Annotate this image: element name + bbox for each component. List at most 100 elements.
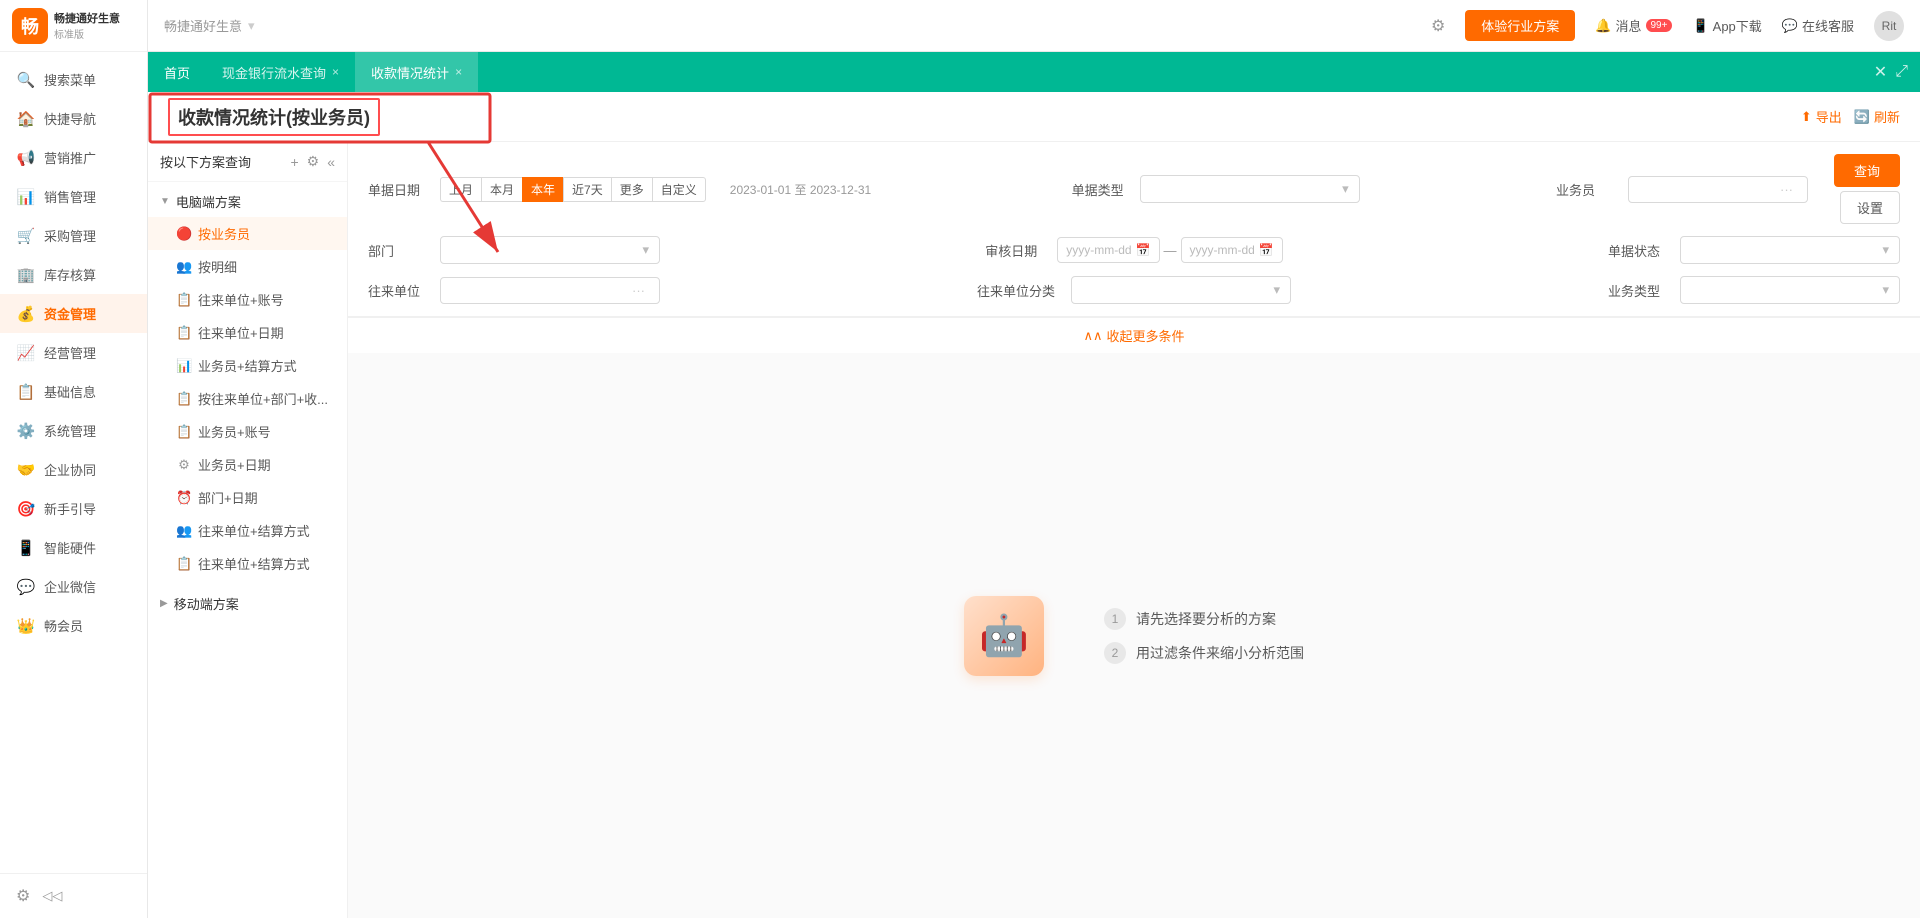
mobile-plan-group: ▶ 移动端方案 xyxy=(148,584,347,623)
collapse-filter-button[interactable]: ∧∧ 收起更多条件 xyxy=(348,317,1920,353)
sidebar-item-system[interactable]: ⚙️ 系统管理 xyxy=(0,411,147,450)
sidebar-item-shortcut[interactable]: 🏠 快捷导航 xyxy=(0,99,147,138)
staff-select[interactable]: ··· xyxy=(1628,176,1808,203)
plan-item-staff-settle[interactable]: 📊 业务员+结算方式 xyxy=(148,349,347,382)
date-tab-more[interactable]: 更多 xyxy=(611,177,652,202)
plan-item-partner-account[interactable]: 📋 往来单位+账号 xyxy=(148,283,347,316)
date-tab-custom[interactable]: 自定义 xyxy=(652,177,706,202)
plan-icon-dd: ⏰ xyxy=(176,490,192,506)
calendar-from-icon: 📅 xyxy=(1136,243,1151,257)
refresh-button[interactable]: 🔄 刷新 xyxy=(1854,107,1900,126)
panel-title: 按以下方案查询 xyxy=(160,152,282,171)
sidebar: 畅 畅捷通好生意 标准版 🔍 搜索菜单 🏠 快捷导航 📢 营销推广 📊 销售管理… xyxy=(0,0,148,918)
sidebar-item-member[interactable]: 👑 畅会员 xyxy=(0,606,147,645)
calendar-to-icon: 📅 xyxy=(1259,243,1274,257)
plan-item-partner-date[interactable]: 📋 往来单位+日期 xyxy=(148,316,347,349)
review-date-from[interactable]: yyyy-mm-dd 📅 xyxy=(1057,237,1159,263)
plan-item-by-detail[interactable]: 👥 按明细 xyxy=(148,250,347,283)
date-range-text: 2023-01-01 至 2023-12-31 xyxy=(730,181,871,198)
review-date-label: 审核日期 xyxy=(985,241,1041,260)
review-date-to[interactable]: yyyy-mm-dd 📅 xyxy=(1181,237,1283,263)
biz-type-select[interactable]: ▾ xyxy=(1680,276,1900,304)
add-plan-button[interactable]: + xyxy=(290,154,298,170)
plan-item-by-staff[interactable]: 🔴 按业务员 xyxy=(148,217,347,250)
sidebar-item-hardware[interactable]: 📱 智能硬件 xyxy=(0,528,147,567)
group-expand-icon: ▼ xyxy=(160,196,170,207)
plan-item-dept-date[interactable]: ⏰ 部门+日期 xyxy=(148,481,347,514)
partner-category-label: 往来单位分类 xyxy=(977,281,1055,300)
review-date-range: yyyy-mm-dd 📅 — yyyy-mm-dd 📅 xyxy=(1057,237,1283,263)
plan-icon-ss: 📊 xyxy=(176,358,192,374)
desktop-group-header[interactable]: ▼ 电脑端方案 xyxy=(148,186,347,217)
query-button[interactable]: 查询 xyxy=(1834,154,1900,187)
sidebar-item-search[interactable]: 🔍 搜索菜单 xyxy=(0,60,147,99)
sidebar-item-enterprise[interactable]: 🤝 企业协同 xyxy=(0,450,147,489)
purchase-icon: 🛒 xyxy=(16,227,36,245)
export-button[interactable]: ⬆ 导出 xyxy=(1801,107,1842,126)
partner-more-icon[interactable]: ··· xyxy=(632,283,645,298)
sidebar-item-wechat[interactable]: 💬 企业微信 xyxy=(0,567,147,606)
tab-receipt-close[interactable]: × xyxy=(455,65,462,79)
empty-step-2: 2 用过滤条件来缩小分析范围 xyxy=(1104,642,1304,664)
main-content: 收款情况统计(按业务员) ⬆ 导出 🔄 刷新 按以下方案查询 + ⚙ « xyxy=(148,92,1920,918)
date-tab-this-year[interactable]: 本年 xyxy=(522,177,563,202)
page-header: 收款情况统计(按业务员) ⬆ 导出 🔄 刷新 xyxy=(148,92,1920,142)
plan-item-partner-settle2[interactable]: 📋 往来单位+结算方式 xyxy=(148,547,347,580)
partner-category-select[interactable]: ▾ xyxy=(1071,276,1291,304)
collapse-panel-button[interactable]: « xyxy=(327,154,335,170)
sidebar-item-operation[interactable]: 📈 经营管理 xyxy=(0,333,147,372)
breadcrumb: 畅捷通好生意 ▾ xyxy=(164,16,1431,35)
date-tab-this-month[interactable]: 本月 xyxy=(481,177,522,202)
filter-row-1: 单据日期 上月 本月 本年 近7天 更多 自定义 2023-01-01 至 20… xyxy=(368,154,1900,224)
dept-select[interactable]: ▾ xyxy=(440,236,660,264)
plan-settings-icon[interactable]: ⚙ xyxy=(307,153,320,170)
tab-bank[interactable]: 现金银行流水查询 × xyxy=(206,52,355,92)
customer-service-button[interactable]: 💬 在线客服 xyxy=(1782,16,1854,35)
sidebar-item-sales[interactable]: 📊 销售管理 xyxy=(0,177,147,216)
close-window-icon[interactable]: ✕ xyxy=(1874,62,1887,82)
tab-bank-close[interactable]: × xyxy=(332,65,339,79)
partner-select[interactable]: ··· xyxy=(440,277,660,304)
staff-more-icon[interactable]: ··· xyxy=(1780,182,1793,197)
doc-type-select[interactable]: ▾ xyxy=(1140,175,1360,203)
plan-icon-detail: 👥 xyxy=(176,259,192,275)
trial-button[interactable]: 体验行业方案 xyxy=(1465,10,1575,41)
tab-receipt[interactable]: 收款情况统计 × xyxy=(355,52,478,92)
app-download-button[interactable]: 📱 App下载 xyxy=(1692,16,1761,35)
desktop-plan-group: ▼ 电脑端方案 🔴 按业务员 👥 按明细 📋 往来单位+账号 📋 往 xyxy=(148,182,347,584)
tab-home[interactable]: 首页 xyxy=(148,52,206,92)
dept-chevron: ▾ xyxy=(642,242,649,258)
sidebar-item-guide[interactable]: 🎯 新手引导 xyxy=(0,489,147,528)
finance-icon: 💰 xyxy=(16,305,36,323)
app-logo: 畅 畅捷通好生意 标准版 xyxy=(0,0,147,52)
date-tab-last7[interactable]: 近7天 xyxy=(563,177,611,202)
plan-item-staff-date[interactable]: ⚙ 业务员+日期 xyxy=(148,448,347,481)
doc-type-chevron: ▾ xyxy=(1342,181,1349,197)
mobile-group-header[interactable]: ▶ 移动端方案 xyxy=(148,588,347,619)
sidebar-item-basic[interactable]: 📋 基础信息 xyxy=(0,372,147,411)
maximize-window-icon[interactable]: ⤢ xyxy=(1895,63,1908,81)
message-button[interactable]: 🔔 消息 99+ xyxy=(1595,16,1672,35)
plan-item-partner-dept[interactable]: 📋 按往来单位+部门+收... xyxy=(148,382,347,415)
sidebar-item-marketing[interactable]: 📢 营销推广 xyxy=(0,138,147,177)
plan-icon-pa: 📋 xyxy=(176,292,192,308)
guide-icon: 🎯 xyxy=(16,500,36,518)
plan-item-partner-settle1[interactable]: 👥 往来单位+结算方式 xyxy=(148,514,347,547)
settings-footer-icon[interactable]: ⚙ xyxy=(16,886,30,906)
gear-icon[interactable]: ⚙ xyxy=(1431,16,1445,36)
sidebar-item-purchase[interactable]: 🛒 采购管理 xyxy=(0,216,147,255)
partner-label: 往来单位 xyxy=(368,281,424,300)
plan-item-staff-account[interactable]: 📋 业务员+账号 xyxy=(148,415,347,448)
operation-icon: 📈 xyxy=(16,344,36,362)
doc-status-select[interactable]: ▾ xyxy=(1680,236,1900,264)
settings-button[interactable]: 设置 xyxy=(1840,191,1900,224)
collapse-sidebar-icon[interactable]: ◁◁ xyxy=(42,888,62,904)
sidebar-item-inventory[interactable]: 🏢 库存核算 xyxy=(0,255,147,294)
sidebar-item-finance[interactable]: 💰 资金管理 xyxy=(0,294,147,333)
user-avatar[interactable]: Rit xyxy=(1874,11,1904,41)
left-panel: 按以下方案查询 + ⚙ « ▼ 电脑端方案 🔴 按业务员 👥 按明细 xyxy=(148,142,348,918)
inventory-icon: 🏢 xyxy=(16,266,36,284)
empty-step-1: 1 请先选择要分析的方案 xyxy=(1104,608,1304,630)
member-icon: 👑 xyxy=(16,617,36,635)
date-tab-prev-month[interactable]: 上月 xyxy=(440,177,481,202)
